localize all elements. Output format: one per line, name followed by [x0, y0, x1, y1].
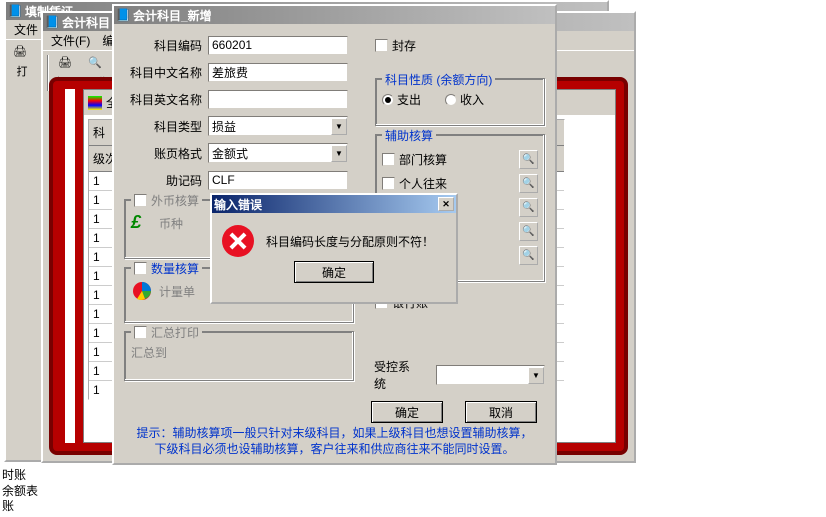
- format-combo[interactable]: 金额式 ▼: [208, 143, 348, 163]
- error-close-button[interactable]: ✕: [438, 197, 454, 211]
- mnemonic-input[interactable]: [208, 171, 348, 190]
- lookup-button[interactable]: 🔍: [519, 222, 538, 241]
- app-icon: 📘: [8, 4, 22, 18]
- type-combo[interactable]: 损益 ▼: [208, 116, 348, 136]
- income-radio[interactable]: 收入: [445, 91, 484, 108]
- error-ok-button[interactable]: 确定: [294, 261, 374, 283]
- footer-text: 时账 余额表 账: [2, 468, 38, 515]
- code-input[interactable]: [208, 36, 348, 55]
- lookup-button[interactable]: 🔍: [519, 174, 538, 193]
- error-dialog: 输入错误 ✕ 科目编码长度与分配原则不符！ 确定: [210, 193, 458, 304]
- error-icon: [222, 225, 254, 257]
- label-aux: 辅助核算: [382, 127, 436, 144]
- app-icon: 📘: [45, 15, 59, 29]
- dialog-title: 会计科目_新增: [133, 7, 553, 24]
- error-body: 科目编码长度与分配原则不符！: [212, 213, 456, 261]
- checkbox-icon: [134, 326, 147, 339]
- lookup-button[interactable]: 🔍: [519, 198, 538, 217]
- cancel-button[interactable]: 取消: [465, 401, 537, 423]
- ok-button[interactable]: 确定: [371, 401, 443, 423]
- label-format: 账页格式: [124, 145, 208, 162]
- pie-icon: [131, 280, 153, 302]
- type-value: 损益: [212, 118, 236, 135]
- controlled-combo[interactable]: ▼: [436, 365, 545, 385]
- expenditure-radio[interactable]: 支出: [382, 91, 421, 108]
- personal-checkbox[interactable]: 个人往来: [382, 175, 447, 192]
- label-code: 科目编码: [124, 37, 208, 54]
- label-ename: 科目英文名称: [124, 91, 208, 108]
- radio-icon: [445, 94, 457, 106]
- seal-checkbox[interactable]: 封存: [375, 34, 545, 56]
- menu-file[interactable]: 文件(F): [45, 30, 96, 51]
- ename-input[interactable]: [208, 90, 348, 109]
- label-mnemonic: 助记码: [124, 172, 208, 189]
- menu-file[interactable]: 文件: [8, 19, 44, 40]
- lookup-button[interactable]: 🔍: [519, 150, 538, 169]
- toolbar-print[interactable]: 🖨打: [8, 45, 36, 79]
- foreign-currency-checkbox[interactable]: 外币核算: [131, 192, 202, 209]
- app-icon: 📘: [116, 8, 130, 22]
- currency-icon: £: [131, 212, 153, 234]
- error-title-bar: 输入错误 ✕: [212, 195, 456, 213]
- label-controlled: 受控系统: [374, 358, 428, 392]
- checkbox-icon: [375, 39, 388, 52]
- error-message: 科目编码长度与分配原则不符！: [266, 233, 434, 250]
- chevron-down-icon[interactable]: ▼: [331, 145, 347, 162]
- label-nature: 科目性质 (余额方向): [382, 71, 495, 88]
- checkbox-icon: [134, 262, 147, 275]
- nature-fieldset: 科目性质 (余额方向) 支出 收入: [375, 78, 545, 126]
- radio-icon: [382, 94, 394, 106]
- error-title: 输入错误: [214, 196, 438, 213]
- sum-print-checkbox[interactable]: 汇总打印: [131, 324, 202, 341]
- dept-checkbox[interactable]: 部门核算: [382, 151, 447, 168]
- cname-input[interactable]: [208, 63, 348, 82]
- hint-text: 提示：辅助核算项一般只针对末级科目，如果上级科目也想设置辅助核算， 下级科目必须…: [124, 425, 545, 457]
- dialog-buttons: 确定 取消: [371, 401, 537, 423]
- checkbox-icon: [134, 194, 147, 207]
- label-unit: 计量单: [159, 283, 195, 300]
- chevron-down-icon[interactable]: ▼: [528, 367, 544, 384]
- colors-icon: [88, 96, 102, 110]
- label-currency: 币种: [159, 215, 183, 232]
- quantity-checkbox[interactable]: 数量核算: [131, 260, 202, 277]
- label-type: 科目类型: [124, 118, 208, 135]
- dialog-title-bar: 📘 会计科目_新增: [114, 6, 555, 24]
- chevron-down-icon[interactable]: ▼: [331, 118, 347, 135]
- label-cname: 科目中文名称: [124, 64, 208, 81]
- lookup-button[interactable]: 🔍: [519, 246, 538, 265]
- format-value: 金额式: [212, 145, 248, 162]
